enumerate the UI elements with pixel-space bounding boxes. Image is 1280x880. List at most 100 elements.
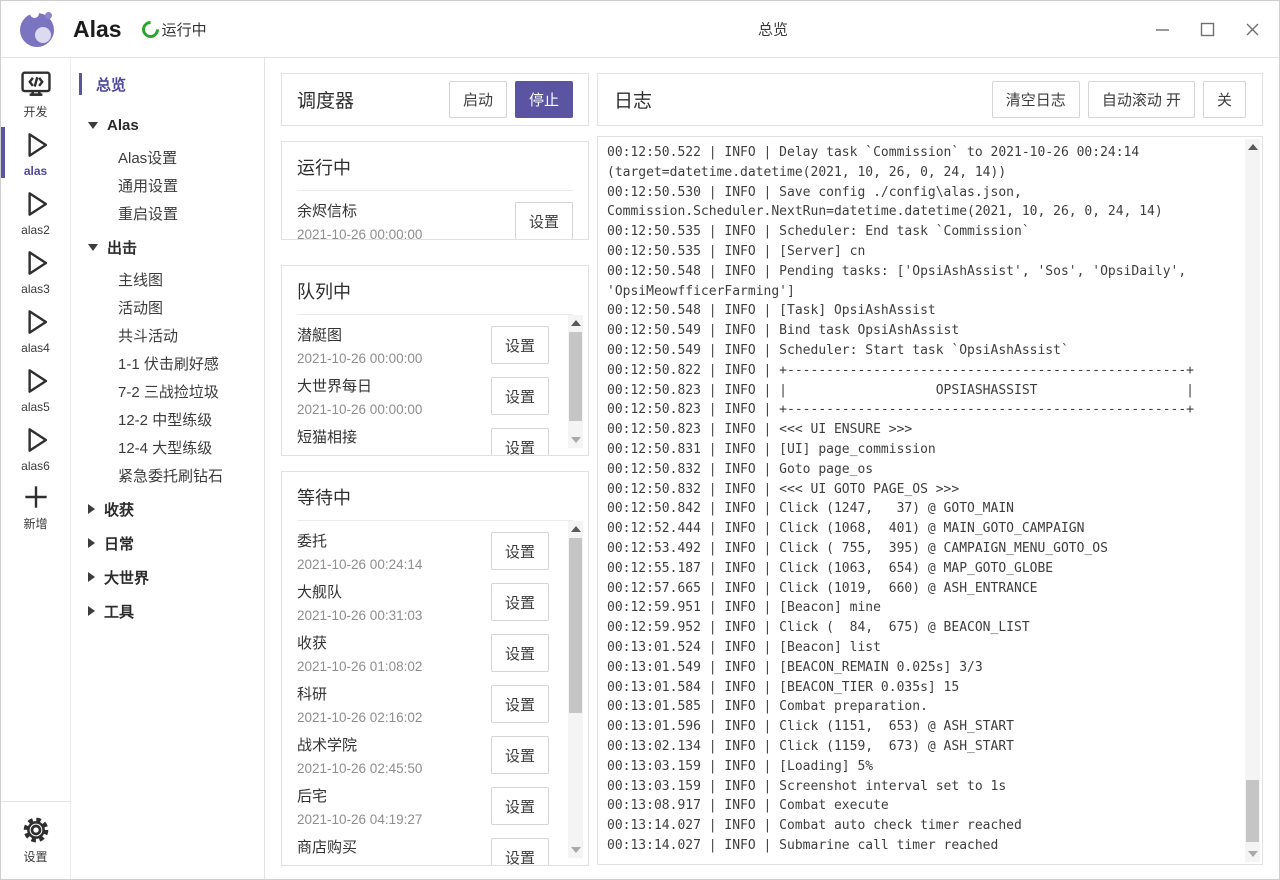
task-row: 战术学院2021-10-26 02:45:50设置 — [297, 729, 573, 780]
running-section: 运行中 余烬信标2021-10-26 00:00:00设置 — [281, 141, 589, 240]
task-setting-button[interactable]: 设置 — [491, 685, 549, 723]
log-line: 00:13:14.027 | INFO | Submarine call tim… — [607, 836, 1238, 856]
task-name: 短猫相接 — [297, 426, 422, 447]
task-setting-button[interactable]: 设置 — [491, 838, 549, 866]
clear-log-button[interactable]: 清空日志 — [992, 81, 1080, 118]
waiting-scrollbar[interactable] — [568, 521, 583, 858]
nav-group[interactable]: 出击 — [71, 235, 264, 259]
log-line: 00:12:50.530 | INFO | Save config ./conf… — [607, 183, 1238, 203]
scrollbar-thumb[interactable] — [569, 332, 582, 421]
rail-item-alas[interactable]: alas — [1, 123, 70, 182]
log-scrollbar[interactable] — [1245, 139, 1260, 862]
scrollbar-thumb[interactable] — [1246, 780, 1259, 842]
task-next-run-time: 2021-10-26 00:00:00 — [297, 402, 422, 417]
rail-item-alas2[interactable]: alas2 — [1, 182, 70, 241]
rail-item-alas4[interactable]: alas4 — [1, 300, 70, 359]
task-next-run-time: 2021-10-26 00:00:00 — [297, 351, 422, 366]
nav-group[interactable]: Alas — [71, 113, 264, 137]
rail-item-settings[interactable]: 设置 — [1, 810, 70, 869]
rail-item-dev[interactable]: 开发 — [1, 64, 70, 123]
scroll-up-arrow-icon[interactable] — [571, 526, 581, 532]
task-row: 委托2021-10-26 00:24:14设置 — [297, 525, 573, 576]
log-line: 00:12:50.549 | INFO | Bind task OpsiAshA… — [607, 321, 1238, 341]
task-next-run-time: 2021-10-26 00:24:14 — [297, 557, 422, 572]
scroll-down-arrow-icon[interactable] — [571, 437, 581, 443]
log-line: Commission.Scheduler.NextRun=datetime.da… — [607, 202, 1238, 222]
task-name: 商店购买 — [297, 836, 422, 857]
scroll-down-arrow-icon[interactable] — [1248, 851, 1258, 857]
rail-item-label: 设置 — [23, 848, 47, 865]
log-panel-header: 日志 清空日志 自动滚动 开 关 — [597, 73, 1263, 126]
autoscroll-toggle-button[interactable]: 自动滚动 开 — [1088, 81, 1195, 118]
task-setting-button[interactable]: 设置 — [491, 583, 549, 621]
task-setting-button[interactable]: 设置 — [491, 326, 549, 364]
rail-item-label: alas6 — [21, 459, 50, 473]
nav-subitem[interactable]: 紧急委托刷钻石 — [71, 464, 264, 487]
log-line: (target=datetime.datetime(2021, 10, 26, … — [607, 163, 1238, 183]
log-line: 00:13:02.134 | INFO | Click (1159, 673) … — [607, 737, 1238, 757]
task-setting-button[interactable]: 设置 — [491, 532, 549, 570]
log-line: 00:12:59.951 | INFO | [Beacon] mine — [607, 598, 1238, 618]
log-line: 00:12:50.822 | INFO | +-----------------… — [607, 361, 1238, 381]
start-button[interactable]: 启动 — [449, 81, 507, 118]
nav-group[interactable]: 收获 — [71, 497, 264, 521]
app-title: Alas — [73, 16, 122, 43]
nav-subitem[interactable]: 重启设置 — [71, 202, 264, 225]
task-setting-button[interactable]: 设置 — [491, 634, 549, 672]
task-setting-button[interactable]: 设置 — [515, 202, 573, 240]
task-name: 科研 — [297, 683, 422, 704]
log-line: 00:13:03.159 | INFO | [Loading] 5% — [607, 757, 1238, 777]
nav-group[interactable]: 大世界 — [71, 565, 264, 589]
nav-item-active[interactable]: 总览 — [71, 72, 264, 96]
log-line: 00:12:50.823 | INFO | | OPSIASHASSIST | — [607, 381, 1238, 401]
task-setting-button[interactable]: 设置 — [491, 428, 549, 456]
log-line: 00:12:50.535 | INFO | Scheduler: End tas… — [607, 222, 1238, 242]
maximize-button[interactable] — [1198, 20, 1216, 38]
play-icon — [19, 364, 53, 398]
nav-subitem[interactable]: 7-2 三战捡垃圾 — [71, 380, 264, 403]
nav-subitem[interactable]: 活动图 — [71, 296, 264, 319]
nav-subitem[interactable]: 12-4 大型练级 — [71, 436, 264, 459]
nav-group[interactable]: 日常 — [71, 531, 264, 555]
scheduler-panel-header: 调度器 启动 停止 — [281, 73, 589, 126]
minimize-button[interactable] — [1153, 20, 1171, 38]
scroll-up-arrow-icon[interactable] — [571, 320, 581, 326]
pending-title: 队列中 — [297, 266, 573, 315]
nav-subitem[interactable]: 共斗活动 — [71, 324, 264, 347]
rail-item-alas6[interactable]: alas6 — [1, 418, 70, 477]
waiting-section: 等待中 委托2021-10-26 00:24:14设置大舰队2021-10-26… — [281, 471, 589, 866]
plus-icon — [20, 481, 52, 513]
task-row: 潜艇图2021-10-26 00:00:00设置 — [297, 319, 573, 370]
task-setting-button[interactable]: 设置 — [491, 736, 549, 774]
log-line: 00:12:50.832 | INFO | <<< UI GOTO PAGE_O… — [607, 480, 1238, 500]
page-title: 总览 — [758, 19, 788, 40]
scrollbar-thumb[interactable] — [569, 538, 582, 713]
rail-item-alas3[interactable]: alas3 — [1, 241, 70, 300]
pending-scrollbar[interactable] — [568, 315, 583, 448]
title-bar: Alas 运行中 总览 — [1, 1, 1279, 58]
chevron-right-icon — [88, 538, 95, 548]
autoscroll-off-button[interactable]: 关 — [1203, 81, 1246, 118]
nav-subitem[interactable]: Alas设置 — [71, 146, 264, 169]
scroll-up-arrow-icon[interactable] — [1248, 144, 1258, 150]
rail-item-add[interactable]: 新增 — [1, 477, 70, 536]
stop-button[interactable]: 停止 — [515, 81, 573, 118]
nav-subitem[interactable]: 通用设置 — [71, 174, 264, 197]
chevron-down-icon — [88, 244, 98, 251]
close-button[interactable] — [1243, 20, 1261, 38]
nav-subitem[interactable]: 主线图 — [71, 268, 264, 291]
scroll-down-arrow-icon[interactable] — [571, 847, 581, 853]
task-name: 余烬信标 — [297, 200, 422, 221]
task-setting-button[interactable]: 设置 — [491, 377, 549, 415]
chevron-right-icon — [88, 606, 95, 616]
task-setting-button[interactable]: 设置 — [491, 787, 549, 825]
nav-subitem[interactable]: 12-2 中型练级 — [71, 408, 264, 431]
chevron-right-icon — [88, 504, 95, 514]
nav-group[interactable]: 工具 — [71, 599, 264, 623]
rail-item-label: alas3 — [21, 282, 50, 296]
chevron-down-icon — [88, 122, 98, 129]
nav-subitem[interactable]: 1-1 伏击刷好感 — [71, 352, 264, 375]
log-line: 00:12:50.548 | INFO | [Task] OpsiAshAssi… — [607, 301, 1238, 321]
rail-item-alas5[interactable]: alas5 — [1, 359, 70, 418]
rail-item-label: alas5 — [21, 400, 50, 414]
